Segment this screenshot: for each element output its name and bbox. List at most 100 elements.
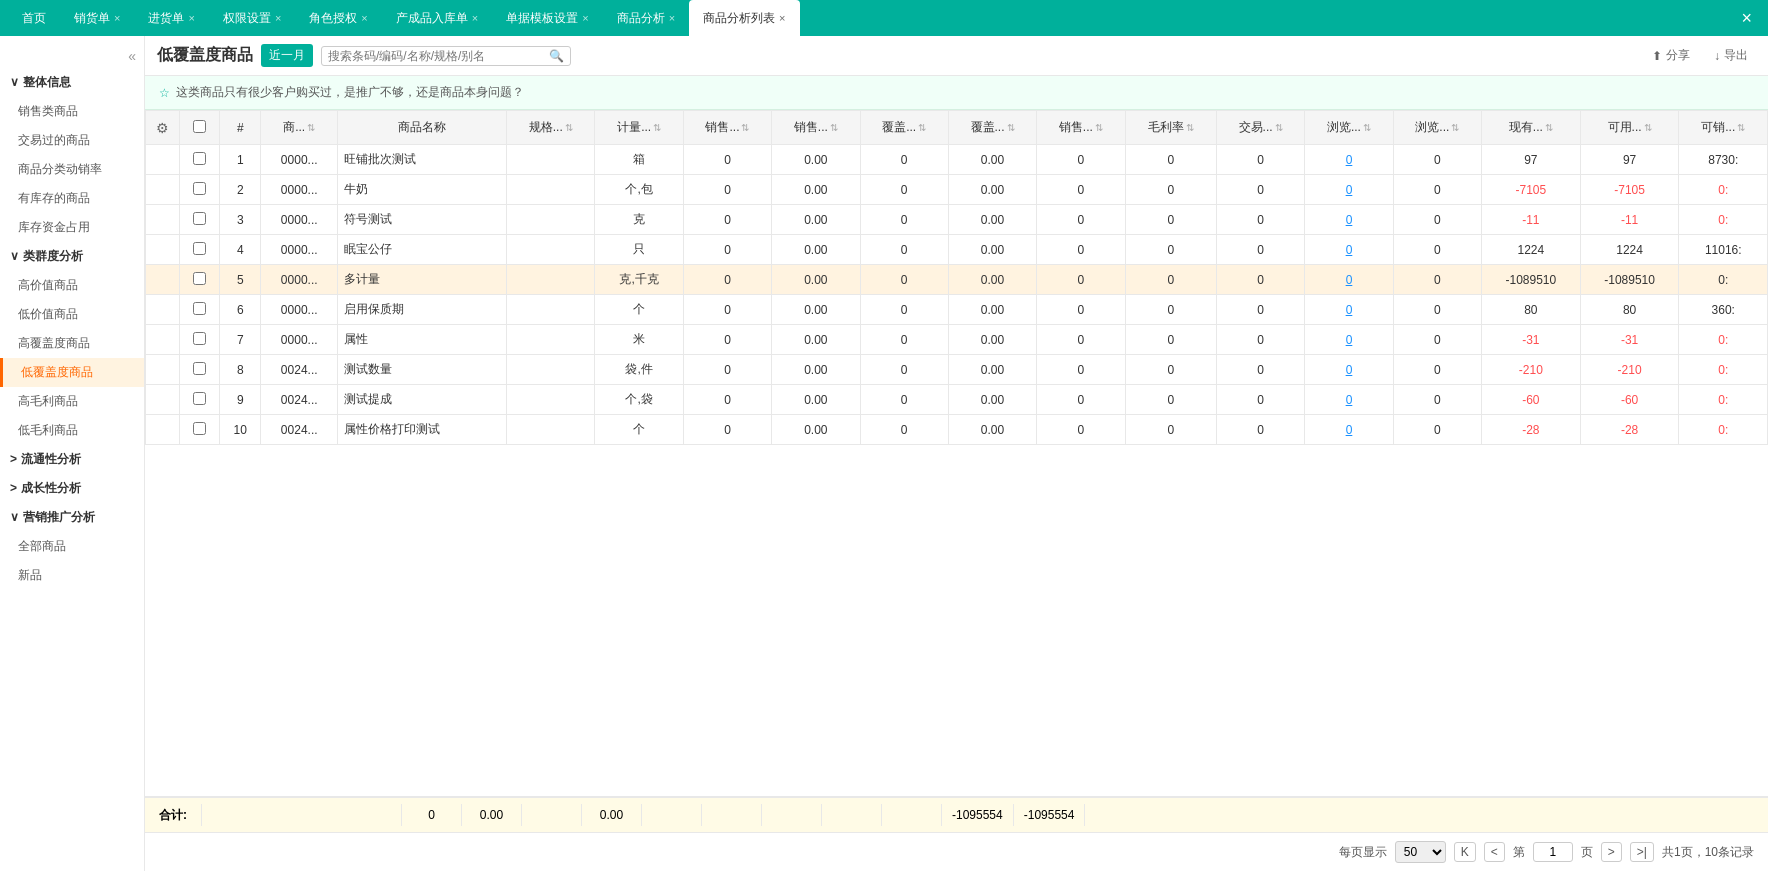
sidebar-section-growth[interactable]: >成长性分析 xyxy=(0,474,144,503)
row-checkbox[interactable] xyxy=(180,235,220,265)
nav-permission[interactable]: 权限设置 × xyxy=(209,0,295,36)
row-checkbox[interactable] xyxy=(180,175,220,205)
row-gross-rate: 0 xyxy=(1125,295,1216,325)
col-trade-cnt[interactable]: 交易...⇅ xyxy=(1216,111,1304,145)
sidebar-item-low-coverage[interactable]: 低覆盖度商品 xyxy=(0,358,144,387)
col-cover-num[interactable]: 覆盖...⇅ xyxy=(860,111,948,145)
row-browse1[interactable]: 0 xyxy=(1305,175,1393,205)
col-stock1[interactable]: 现有...⇅ xyxy=(1481,111,1580,145)
nav-purchase-order[interactable]: 进货单 × xyxy=(134,0,208,36)
col-sellable[interactable]: 可销...⇅ xyxy=(1679,111,1768,145)
share-icon: ⬆ xyxy=(1652,49,1662,63)
col-spec[interactable]: 规格...⇅ xyxy=(507,111,595,145)
sidebar-section-overall[interactable]: ∨整体信息 xyxy=(0,68,144,97)
col-sales-qty[interactable]: 销售...⇅ xyxy=(683,111,771,145)
row-checkbox[interactable] xyxy=(180,415,220,445)
nav-close-analysis-list[interactable]: × xyxy=(779,12,785,24)
nav-close-analysis[interactable]: × xyxy=(669,12,675,24)
row-num: 8 xyxy=(220,355,261,385)
nav-close-all-button[interactable]: × xyxy=(1733,8,1760,29)
search-box: 🔍 xyxy=(321,46,571,66)
nav-sales-order[interactable]: 销货单 × xyxy=(60,0,134,36)
time-filter-button[interactable]: 近一月 xyxy=(261,44,313,67)
col-gross-rate[interactable]: 毛利率⇅ xyxy=(1125,111,1216,145)
search-input[interactable] xyxy=(328,49,549,63)
row-checkbox[interactable] xyxy=(180,205,220,235)
sidebar-section-marketing[interactable]: ∨营销推广分析 xyxy=(0,503,144,532)
row-browse1[interactable]: 0 xyxy=(1305,355,1393,385)
per-page-select[interactable]: 50 100 200 xyxy=(1395,841,1446,863)
row-browse1[interactable]: 0 xyxy=(1305,265,1393,295)
row-browse1[interactable]: 0 xyxy=(1305,205,1393,235)
total-sellable xyxy=(1084,804,1144,826)
row-browse2: 0 xyxy=(1393,325,1481,355)
row-browse1[interactable]: 0 xyxy=(1305,385,1393,415)
nav-close-permission[interactable]: × xyxy=(275,12,281,24)
col-browse2[interactable]: 浏览...⇅ xyxy=(1393,111,1481,145)
nav-close-role[interactable]: × xyxy=(361,12,367,24)
col-browse1[interactable]: 浏览...⇅ xyxy=(1305,111,1393,145)
nav-close-product[interactable]: × xyxy=(472,12,478,24)
row-stock2: -31 xyxy=(1580,325,1679,355)
col-checkbox[interactable] xyxy=(180,111,220,145)
row-checkbox[interactable] xyxy=(180,355,220,385)
col-code[interactable]: 商...⇅ xyxy=(261,111,338,145)
col-cover-rate[interactable]: 覆盖...⇅ xyxy=(948,111,1036,145)
col-settings[interactable]: ⚙ xyxy=(146,111,180,145)
nav-product-analysis[interactable]: 商品分析 × xyxy=(603,0,689,36)
nav-close-template[interactable]: × xyxy=(582,12,588,24)
row-checkbox[interactable] xyxy=(180,265,220,295)
nav-analysis-list[interactable]: 商品分析列表 × xyxy=(689,0,799,36)
export-button[interactable]: ↓ 导出 xyxy=(1706,44,1756,67)
share-button[interactable]: ⬆ 分享 xyxy=(1644,44,1698,67)
row-browse1[interactable]: 0 xyxy=(1305,415,1393,445)
next-page-button[interactable]: > xyxy=(1601,842,1622,862)
col-name[interactable]: 商品名称 xyxy=(338,111,507,145)
sidebar-item-all-goods[interactable]: 全部商品 xyxy=(0,532,144,561)
sidebar-item-low-value[interactable]: 低价值商品 xyxy=(0,300,144,329)
sidebar-section-cluster[interactable]: ∨类群度分析 xyxy=(0,242,144,271)
sidebar-item-stock-capital[interactable]: 库存资金占用 xyxy=(0,213,144,242)
row-browse1[interactable]: 0 xyxy=(1305,295,1393,325)
first-page-button[interactable]: K xyxy=(1454,842,1476,862)
sidebar-item-new-goods[interactable]: 新品 xyxy=(0,561,144,590)
sidebar-item-sales-goods[interactable]: 销售类商品 xyxy=(0,97,144,126)
nav-role-auth[interactable]: 角色授权 × xyxy=(295,0,381,36)
row-checkbox[interactable] xyxy=(180,295,220,325)
sidebar-item-high-coverage[interactable]: 高覆盖度商品 xyxy=(0,329,144,358)
row-checkbox[interactable] xyxy=(180,325,220,355)
sidebar-item-high-profit[interactable]: 高毛利商品 xyxy=(0,387,144,416)
prev-page-button[interactable]: < xyxy=(1484,842,1505,862)
last-page-button[interactable]: >| xyxy=(1630,842,1654,862)
sidebar-item-traded-goods[interactable]: 交易过的商品 xyxy=(0,126,144,155)
nav-close-sales[interactable]: × xyxy=(114,12,120,24)
row-checkbox[interactable] xyxy=(180,385,220,415)
nav-template-settings[interactable]: 单据模板设置 × xyxy=(492,0,602,36)
sidebar-section-flow[interactable]: >流通性分析 xyxy=(0,445,144,474)
row-sales-qty: 0 xyxy=(683,355,771,385)
gear-icon[interactable]: ⚙ xyxy=(156,120,169,136)
col-unit[interactable]: 计量...⇅ xyxy=(595,111,683,145)
table-row: 30000...符号测试克00.0000.0000000-11-110: xyxy=(146,205,1768,235)
col-stock2[interactable]: 可用...⇅ xyxy=(1580,111,1679,145)
row-browse1[interactable]: 0 xyxy=(1305,325,1393,355)
sidebar-item-high-value[interactable]: 高价值商品 xyxy=(0,271,144,300)
row-stock1: -31 xyxy=(1481,325,1580,355)
col-num[interactable]: # xyxy=(220,111,261,145)
nav-product-instock[interactable]: 产成品入库单 × xyxy=(382,0,492,36)
row-checkbox[interactable] xyxy=(180,145,220,175)
row-cover-num: 0 xyxy=(860,415,948,445)
nav-home[interactable]: 首页 xyxy=(8,0,60,36)
sidebar-item-stock-goods[interactable]: 有库存的商品 xyxy=(0,184,144,213)
col-sales-days[interactable]: 销售...⇅ xyxy=(1037,111,1125,145)
nav-close-purchase[interactable]: × xyxy=(188,12,194,24)
sidebar-item-low-profit[interactable]: 低毛利商品 xyxy=(0,416,144,445)
search-icon[interactable]: 🔍 xyxy=(549,49,564,63)
page-number-input[interactable] xyxy=(1533,842,1573,862)
sidebar-collapse-btn[interactable]: « xyxy=(128,48,136,64)
col-sales-amt[interactable]: 销售...⇅ xyxy=(772,111,860,145)
select-all-checkbox[interactable] xyxy=(193,120,206,133)
row-browse1[interactable]: 0 xyxy=(1305,235,1393,265)
row-browse1[interactable]: 0 xyxy=(1305,145,1393,175)
sidebar-item-category-rate[interactable]: 商品分类动销率 xyxy=(0,155,144,184)
